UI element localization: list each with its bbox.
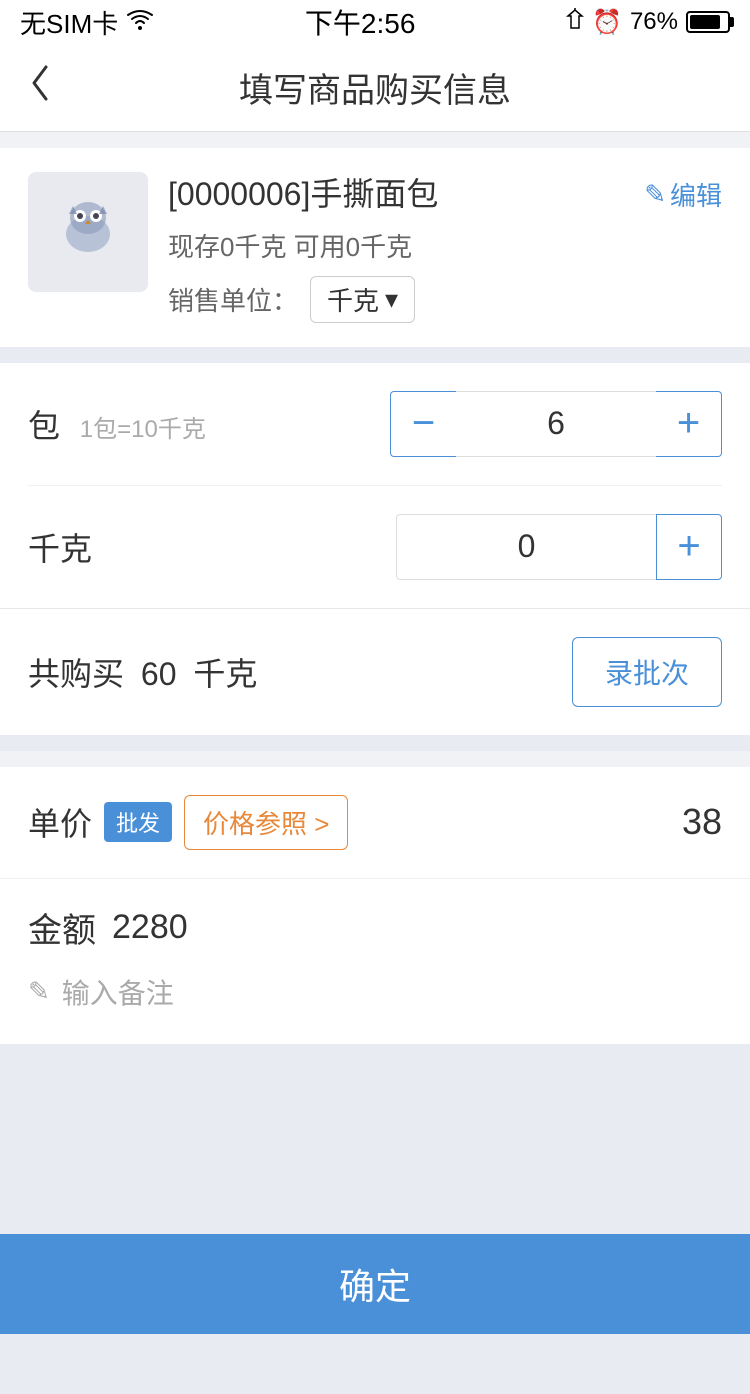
price-value: 38 (682, 801, 722, 843)
batch-button[interactable]: 录批次 (572, 637, 722, 707)
product-image (28, 172, 148, 292)
confirm-button[interactable]: 确定 (339, 1258, 411, 1310)
price-section: 单价 批发 价格参照 > 38 (0, 767, 750, 878)
quantity-input-kg[interactable] (396, 514, 656, 580)
total-label: 共购买 (28, 656, 124, 692)
label-bao: 包 (28, 408, 60, 444)
quantity-section: 包 1包=10千克 − + 千克 + (0, 363, 750, 608)
total-text: 共购买 60 千克 (28, 649, 257, 695)
empty-area (0, 1044, 750, 1394)
increase-bao-button[interactable]: + (656, 391, 722, 457)
amount-row: 金额 2280 (28, 903, 722, 952)
status-right: ⏰ 76% (566, 8, 730, 37)
price-ref-button[interactable]: 价格参照 > (184, 795, 348, 850)
status-time: 下午2:56 (305, 2, 416, 42)
battery-percent: 76% (630, 8, 678, 36)
price-badge: 批发 (104, 802, 172, 842)
back-button[interactable] (28, 63, 52, 112)
product-card: [0000006]手撕面包 现存0千克 可用0千克 销售单位： 千克 ▾ ✎ 编… (0, 148, 750, 347)
status-left: 无SIM卡 (20, 4, 154, 41)
pencil-icon: ✎ (28, 976, 50, 1007)
product-unit-row: 销售单位： 千克 ▾ (168, 276, 722, 323)
quantity-row-kg: 千克 + (28, 486, 722, 608)
confirm-bar[interactable]: 确定 (0, 1234, 750, 1334)
product-logo-icon (53, 196, 123, 268)
quantity-row-bao: 包 1包=10千克 − + (28, 363, 722, 486)
section-divider-2 (0, 735, 750, 751)
unit-value: 千克 (327, 281, 379, 318)
price-row: 单价 批发 价格参照 > 38 (28, 795, 722, 850)
edit-button[interactable]: ✎ 编辑 (644, 176, 722, 213)
decrease-bao-button[interactable]: − (390, 391, 456, 457)
unit-label: 销售单位： (168, 281, 298, 318)
increase-kg-button[interactable]: + (656, 514, 722, 580)
quantity-controls-kg: + (396, 514, 722, 580)
edit-label: 编辑 (670, 176, 722, 213)
status-bar: 无SIM卡 下午2:56 ⏰ 76% (0, 0, 750, 44)
wifi-signal-icon (126, 7, 154, 38)
product-stock: 现存0千克 可用0千克 (168, 227, 722, 264)
remark-row[interactable]: ✎ 输入备注 (28, 972, 722, 1012)
nav-bar: 填写商品购买信息 (0, 44, 750, 132)
unit-select[interactable]: 千克 ▾ (310, 276, 415, 323)
product-info: [0000006]手撕面包 现存0千克 可用0千克 销售单位： 千克 ▾ (168, 172, 722, 323)
total-row: 共购买 60 千克 录批次 (0, 608, 750, 735)
hint-bao: 1包=10千克 (80, 416, 206, 443)
quantity-label-kg: 千克 (28, 524, 92, 570)
price-label: 单价 (28, 799, 92, 845)
quantity-label-bao: 包 1包=10千克 (28, 401, 206, 447)
alarm-icon: ⏰ (592, 8, 622, 37)
edit-icon: ✎ (644, 179, 666, 210)
total-unit: 千克 (193, 656, 257, 692)
battery-icon (686, 11, 730, 33)
amount-value: 2280 (112, 908, 188, 947)
price-label-group: 单价 批发 价格参照 > (28, 795, 348, 850)
page-title: 填写商品购买信息 (239, 63, 511, 112)
quantity-input-bao[interactable] (456, 391, 656, 457)
product-name: [0000006]手撕面包 (168, 172, 722, 217)
amount-label: 金额 (28, 903, 96, 952)
amount-section: 金额 2280 ✎ 输入备注 (0, 878, 750, 1044)
section-divider-1 (0, 347, 750, 363)
quantity-controls-bao: − + (390, 391, 722, 457)
carrier-text: 无SIM卡 (20, 4, 118, 41)
chevron-down-icon: ▾ (385, 284, 398, 315)
location-icon (566, 8, 584, 37)
total-amount: 60 (141, 656, 177, 692)
remark-label: 输入备注 (62, 972, 174, 1012)
